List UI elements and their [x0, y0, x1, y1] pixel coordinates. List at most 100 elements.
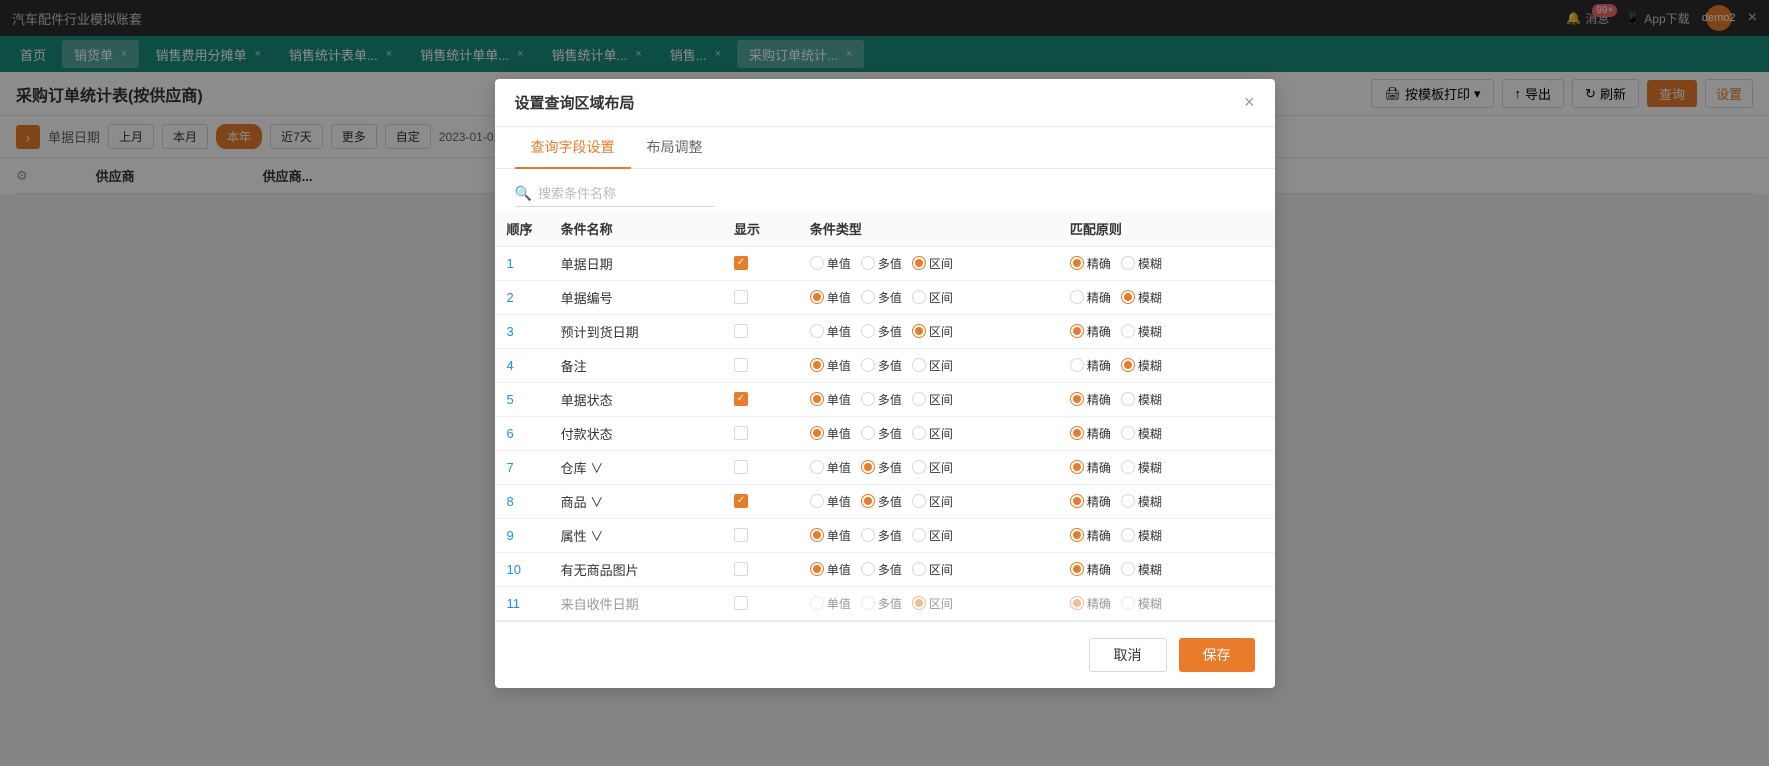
match-radio-模糊[interactable]: 模糊 [1121, 595, 1162, 612]
type-radio-多值[interactable]: 多值 [861, 459, 902, 476]
type-radio-区间[interactable]: 区间 [912, 323, 953, 340]
type-radio-区间[interactable]: 区间 [912, 561, 953, 578]
type-radio-区间[interactable]: 区间 [912, 493, 953, 510]
radio-circle [810, 596, 824, 610]
show-checkbox[interactable] [734, 358, 748, 372]
type-radio-多值[interactable]: 多值 [861, 289, 902, 306]
cell-order: 5 [495, 382, 549, 416]
type-radio-单值[interactable]: 单值 [810, 391, 851, 408]
type-radio-单值[interactable]: 单值 [810, 255, 851, 272]
dialog-footer: 取消 保存 [495, 621, 1275, 688]
th-show: 显示 [722, 211, 798, 247]
type-radio-单值[interactable]: 单值 [810, 425, 851, 442]
match-radio-精确[interactable]: 精确 [1070, 357, 1111, 374]
show-checkbox[interactable] [734, 256, 748, 270]
match-radio-精确[interactable]: 精确 [1070, 459, 1111, 476]
tab-layout-adjust[interactable]: 布局调整 [631, 127, 719, 169]
match-radio-精确[interactable]: 精确 [1070, 255, 1111, 272]
match-radio-模糊[interactable]: 模糊 [1121, 289, 1162, 306]
cell-order: 6 [495, 416, 549, 450]
radio-circle [810, 426, 824, 440]
match-radio-模糊[interactable]: 模糊 [1121, 493, 1162, 510]
show-checkbox[interactable] [734, 562, 748, 576]
match-radio-模糊[interactable]: 模糊 [1121, 357, 1162, 374]
match-radio-精确[interactable]: 精确 [1070, 289, 1111, 306]
radio-circle [861, 528, 875, 542]
type-radio-区间[interactable]: 区间 [912, 425, 953, 442]
type-radio-多值[interactable]: 多值 [861, 323, 902, 340]
match-radio-模糊[interactable]: 模糊 [1121, 459, 1162, 476]
cell-order: 11 [495, 586, 549, 620]
cell-type: 单值多值区间 [798, 586, 1058, 620]
show-checkbox[interactable] [734, 426, 748, 440]
radio-circle [861, 392, 875, 406]
dialog-close-btn[interactable]: × [1244, 92, 1255, 113]
match-radio-模糊[interactable]: 模糊 [1121, 255, 1162, 272]
type-radio-单值[interactable]: 单值 [810, 459, 851, 476]
match-radio-模糊[interactable]: 模糊 [1121, 391, 1162, 408]
show-checkbox[interactable] [734, 494, 748, 508]
show-checkbox[interactable] [734, 528, 748, 542]
table-row: 7仓库 ∨单值多值区间精确模糊 [495, 450, 1275, 484]
type-radio-单值[interactable]: 单值 [810, 561, 851, 578]
cell-name: 有无商品图片 [549, 552, 722, 586]
radio-circle [861, 562, 875, 576]
type-radio-单值[interactable]: 单值 [810, 595, 851, 612]
cell-match: 精确模糊 [1058, 586, 1275, 620]
type-radio-单值[interactable]: 单值 [810, 357, 851, 374]
type-radio-多值[interactable]: 多值 [861, 595, 902, 612]
type-radio-区间[interactable]: 区间 [912, 255, 953, 272]
type-radio-多值[interactable]: 多值 [861, 493, 902, 510]
cell-type: 单值多值区间 [798, 348, 1058, 382]
type-radio-区间[interactable]: 区间 [912, 595, 953, 612]
match-radio-精确[interactable]: 精确 [1070, 527, 1111, 544]
match-radio-精确[interactable]: 精确 [1070, 595, 1111, 612]
match-radio-模糊[interactable]: 模糊 [1121, 527, 1162, 544]
match-radio-模糊[interactable]: 模糊 [1121, 323, 1162, 340]
show-checkbox[interactable] [734, 596, 748, 610]
show-checkbox[interactable] [734, 290, 748, 304]
cell-show [722, 552, 798, 586]
match-radio-精确[interactable]: 精确 [1070, 561, 1111, 578]
match-radio-精确[interactable]: 精确 [1070, 323, 1111, 340]
th-name: 条件名称 [549, 211, 722, 247]
match-radio-精确[interactable]: 精确 [1070, 493, 1111, 510]
show-checkbox[interactable] [734, 460, 748, 474]
type-radio-单值[interactable]: 单值 [810, 493, 851, 510]
type-radio-单值[interactable]: 单值 [810, 527, 851, 544]
cell-name: 单据日期 [549, 246, 722, 280]
type-radio-区间[interactable]: 区间 [912, 289, 953, 306]
cell-name: 付款状态 [549, 416, 722, 450]
modal-overlay: 设置查询区域布局 × 查询字段设置 布局调整 🔍 [0, 0, 1769, 766]
radio-circle [1070, 290, 1084, 304]
type-radio-多值[interactable]: 多值 [861, 561, 902, 578]
type-radio-多值[interactable]: 多值 [861, 357, 902, 374]
type-radio-区间[interactable]: 区间 [912, 357, 953, 374]
tab-query-fields[interactable]: 查询字段设置 [515, 127, 631, 169]
type-radio-区间[interactable]: 区间 [912, 527, 953, 544]
cell-match: 精确模糊 [1058, 416, 1275, 450]
cell-type: 单值多值区间 [798, 416, 1058, 450]
type-radio-区间[interactable]: 区间 [912, 391, 953, 408]
match-radio-模糊[interactable]: 模糊 [1121, 425, 1162, 442]
cell-show [722, 314, 798, 348]
type-radio-区间[interactable]: 区间 [912, 459, 953, 476]
cell-name: 商品 ∨ [549, 484, 722, 518]
show-checkbox[interactable] [734, 392, 748, 406]
cell-match: 精确模糊 [1058, 246, 1275, 280]
type-radio-多值[interactable]: 多值 [861, 255, 902, 272]
cell-show [722, 382, 798, 416]
match-radio-模糊[interactable]: 模糊 [1121, 561, 1162, 578]
match-radio-精确[interactable]: 精确 [1070, 425, 1111, 442]
cancel-button[interactable]: 取消 [1089, 638, 1167, 672]
show-checkbox[interactable] [734, 324, 748, 338]
search-input[interactable] [538, 186, 698, 201]
type-radio-多值[interactable]: 多值 [861, 391, 902, 408]
type-radio-单值[interactable]: 单值 [810, 323, 851, 340]
cell-name: 预计到货日期 [549, 314, 722, 348]
type-radio-单值[interactable]: 单值 [810, 289, 851, 306]
type-radio-多值[interactable]: 多值 [861, 425, 902, 442]
save-button[interactable]: 保存 [1179, 638, 1255, 672]
type-radio-多值[interactable]: 多值 [861, 527, 902, 544]
match-radio-精确[interactable]: 精确 [1070, 391, 1111, 408]
